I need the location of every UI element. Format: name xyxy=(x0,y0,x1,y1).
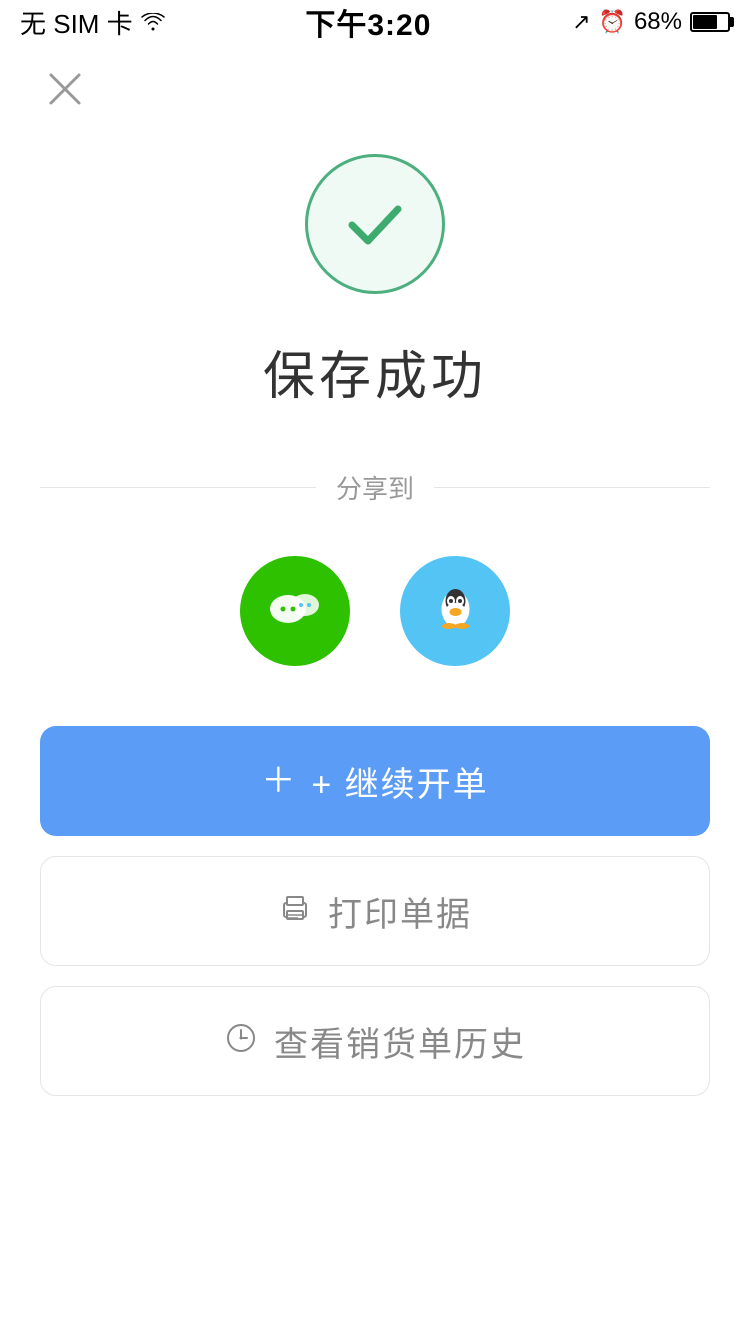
status-bar: 无 SIM 卡 下午3:20 ↗ ⏰ 68% xyxy=(0,0,750,44)
action-area: ＋ + 继续开单 打印单据 查看销货单历史 xyxy=(0,696,750,1096)
qq-icon xyxy=(423,579,488,644)
wifi-icon xyxy=(141,13,165,31)
print-button[interactable]: 打印单据 xyxy=(40,856,710,966)
status-carrier: 无 SIM 卡 xyxy=(20,4,165,41)
printer-icon xyxy=(278,891,312,931)
wechat-icon xyxy=(263,579,328,644)
carrier-text: 无 SIM 卡 xyxy=(20,4,133,41)
checkmark-icon xyxy=(340,189,410,259)
success-title: 保存成功 xyxy=(263,334,487,409)
history-button[interactable]: 查看销货单历史 xyxy=(40,986,710,1096)
continue-order-label: + 继续开单 xyxy=(311,757,488,806)
battery-text: 68% xyxy=(634,8,682,36)
share-divider-row: 分享到 xyxy=(40,469,710,506)
qq-share-button[interactable] xyxy=(400,556,510,666)
status-time: 下午3:20 xyxy=(305,0,431,44)
plus-icon: ＋ xyxy=(261,764,295,798)
check-circle xyxy=(305,154,445,294)
close-button-area xyxy=(0,44,750,124)
location-icon: ↗ xyxy=(572,9,590,35)
print-label: 打印单据 xyxy=(328,887,472,936)
status-right: ↗ ⏰ 68% xyxy=(572,8,730,36)
history-icon xyxy=(224,1021,258,1061)
history-label: 查看销货单历史 xyxy=(274,1017,526,1066)
wechat-share-button[interactable] xyxy=(240,556,350,666)
close-button[interactable] xyxy=(40,64,90,114)
battery-icon xyxy=(690,12,730,32)
success-area: 保存成功 xyxy=(0,124,750,449)
alarm-icon: ⏰ xyxy=(599,9,626,35)
continue-order-button[interactable]: ＋ + 继续开单 xyxy=(40,726,710,836)
divider-left xyxy=(40,487,316,488)
share-area: 分享到 xyxy=(0,469,750,696)
close-icon xyxy=(47,71,83,107)
divider-right xyxy=(434,487,710,488)
share-icons-row xyxy=(40,546,710,696)
share-label: 分享到 xyxy=(336,469,414,506)
